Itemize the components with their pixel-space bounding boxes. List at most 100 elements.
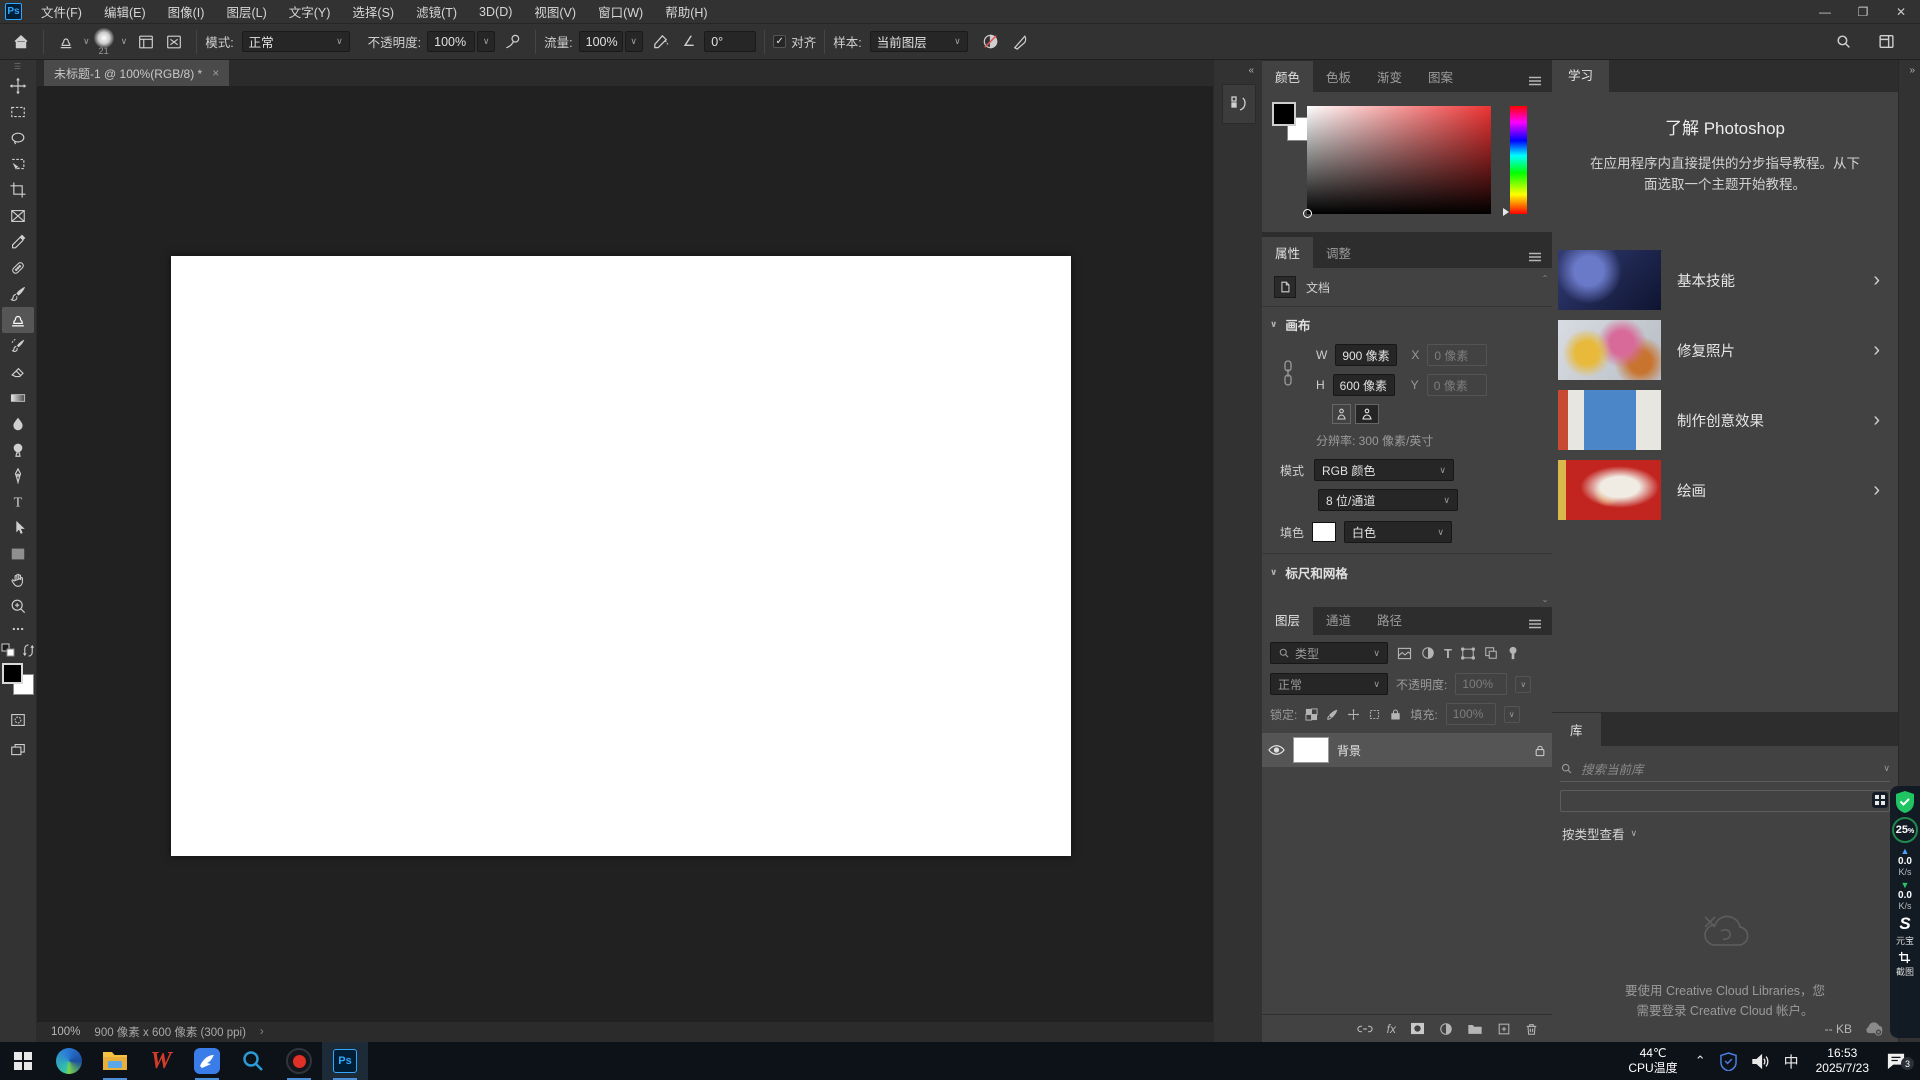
color-panel-menu-icon[interactable] [1518,70,1552,92]
pen-tool[interactable] [2,463,34,489]
color-mode-select[interactable]: RGB 颜色 ∨ [1314,459,1455,481]
search-app-icon[interactable] [230,1042,276,1080]
filter-shape-layers-icon[interactable] [1460,646,1475,660]
tool-preset-icon[interactable] [57,33,75,51]
default-colors-icon[interactable] [1,643,15,657]
layers-opacity-input[interactable]: 100% [1455,673,1508,695]
menu-edit[interactable]: 编辑(E) [93,0,157,24]
menu-window[interactable]: 窗口(W) [587,0,654,24]
color-picker-handle[interactable] [1303,209,1312,218]
tutorial-card-creative-effects[interactable]: 制作创意效果 › [1558,390,1892,450]
tab-adjustments[interactable]: 调整 [1313,237,1364,268]
properties-panel-menu-icon[interactable] [1518,246,1552,268]
fill-layers-input[interactable]: 100% [1445,703,1496,725]
clock[interactable]: 16:53 2025/7/23 [1806,1046,1879,1076]
menu-filter[interactable]: 滤镜(T) [405,0,468,24]
yuanbao-shortcut[interactable]: S 元宝 [1896,914,1914,947]
cpu-temperature[interactable]: 44℃ CPU温度 [1618,1046,1687,1076]
airbrush-icon[interactable] [651,32,670,51]
tab-layers[interactable]: 图层 [1262,604,1314,635]
view-by-type-row[interactable]: 按类型查看 ∨ [1562,824,1888,843]
sample-select[interactable]: 当前图层 ∨ [869,31,968,52]
aligned-checkbox[interactable]: ✓ [773,35,787,48]
opacity-input[interactable]: 100% [427,31,476,52]
filter-smart-objects-icon[interactable] [1484,646,1498,660]
ime-indicator[interactable]: 中 [1777,1051,1806,1072]
wps-office-icon[interactable]: W [138,1042,184,1080]
menu-select[interactable]: 选择(S) [341,0,405,24]
canvas-width-input[interactable]: 900 像素 [1335,344,1398,366]
screen-recorder-icon[interactable] [276,1042,322,1080]
size-pressure-icon[interactable] [1011,32,1030,51]
document-tab[interactable]: 未标题-1 @ 100%(RGB/8) * × [44,60,230,86]
menu-help[interactable]: 帮助(H) [654,0,718,24]
search-icon[interactable] [1835,33,1852,50]
edge-browser-icon[interactable] [46,1042,92,1080]
tab-properties[interactable]: 属性 [1262,237,1314,268]
add-layer-mask-icon[interactable] [1410,1022,1425,1035]
tab-close-icon[interactable]: × [212,66,219,80]
menu-file[interactable]: 文件(F) [30,0,93,24]
panel-foreground-swatch[interactable] [1272,102,1296,126]
filter-toggle-icon[interactable] [1507,646,1519,660]
expand-panels-icon[interactable]: « [1248,65,1254,76]
lock-artboard-icon[interactable] [1368,708,1381,721]
security-shield-icon[interactable] [1894,790,1916,814]
cpu-usage-gauge[interactable]: 25% [1892,817,1918,843]
lock-all-icon[interactable] [1389,708,1402,721]
opacity-pressure-icon[interactable] [503,32,522,51]
portrait-orientation-button[interactable] [1332,404,1351,424]
flow-chevron[interactable]: ∨ [624,31,643,52]
menu-image[interactable]: 图像(I) [157,0,216,24]
layers-panel-menu-icon[interactable] [1518,613,1552,635]
library-search-chevron[interactable]: ∨ [1883,763,1890,774]
screen-mode-button[interactable] [2,737,34,763]
new-group-icon[interactable] [1467,1022,1483,1035]
filter-adjustment-layers-icon[interactable] [1421,646,1435,660]
widget-grid-handle[interactable] [1872,792,1888,808]
tab-libraries[interactable]: 库 [1552,713,1601,746]
hand-tool[interactable] [2,567,34,593]
menu-layer[interactable]: 图层(L) [215,0,277,24]
angle-input[interactable]: 0° [704,31,757,52]
home-icon[interactable] [12,33,30,51]
canvas-fill-swatch[interactable] [1312,522,1337,542]
gradient-tool[interactable] [2,385,34,411]
opacity-chevron[interactable]: ∨ [477,31,496,52]
close-button[interactable]: ✕ [1882,0,1920,24]
eraser-tool[interactable] [2,359,34,385]
blur-tool[interactable] [2,411,34,437]
link-layers-icon[interactable] [1357,1023,1373,1035]
eyedropper-tool[interactable] [2,229,34,255]
photoshop-taskbar-icon[interactable]: Ps [322,1042,368,1080]
tutorial-card-basic-skills[interactable]: 基本技能 › [1558,250,1892,310]
layer-thumbnail[interactable] [1293,737,1329,763]
layer-name[interactable]: 背景 [1337,742,1361,759]
layer-visibility-eye-icon[interactable] [1268,744,1285,756]
canvas-height-input[interactable]: 600 像素 [1332,374,1395,396]
rectangular-marquee-tool[interactable] [2,99,34,125]
landscape-orientation-button[interactable] [1355,404,1379,424]
clone-stamp-tool[interactable] [2,307,34,333]
thunder-download-icon[interactable] [184,1042,230,1080]
sync-disabled-cloud-icon[interactable] [1862,1021,1884,1036]
menu-view[interactable]: 视图(V) [523,0,587,24]
tutorial-card-retouch-photos[interactable]: 修复照片 › [1558,320,1892,380]
canvas-section-header[interactable]: ∨ 画布 [1262,307,1552,338]
canvas-section-chevron[interactable]: ∨ [1270,319,1277,330]
history-brush-tool[interactable] [2,333,34,359]
collapse-panels-icon[interactable]: » [1909,65,1915,76]
rulers-grid-section-header[interactable]: ∨ 标尺和网格 [1262,554,1552,591]
link-dimensions-icon[interactable] [1282,360,1294,386]
history-panel-icon[interactable] [1222,84,1256,124]
swap-colors-icon[interactable] [22,643,35,657]
object-selection-tool[interactable] [2,151,34,177]
maximize-button[interactable]: ❐ [1844,0,1882,24]
move-tool[interactable] [2,73,34,99]
canvas-y-input[interactable]: 0 像素 [1426,374,1487,396]
layer-filter-select[interactable]: 类型 ∨ [1270,642,1388,664]
notification-center-icon[interactable]: 3 [1879,1052,1920,1070]
properties-scroll-down[interactable]: ⌄ [1540,595,1550,604]
tab-channels[interactable]: 通道 [1313,604,1364,635]
tutorial-card-painting[interactable]: 绘画 › [1558,460,1892,520]
